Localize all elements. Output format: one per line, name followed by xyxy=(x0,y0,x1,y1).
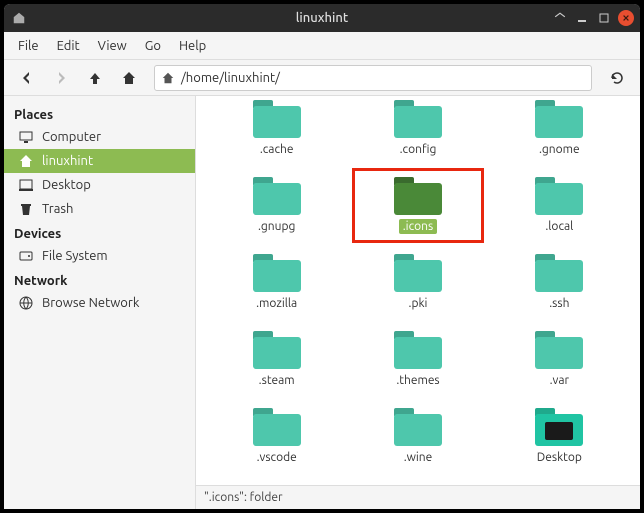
file-item-label: .wine xyxy=(400,450,437,465)
menu-edit[interactable]: Edit xyxy=(49,36,88,56)
folder-icon xyxy=(253,100,301,138)
file-item[interactable]: .steam xyxy=(216,327,337,392)
statusbar: ".icons": folder xyxy=(196,485,640,509)
path-bar[interactable]: /home/linuxhint/ xyxy=(154,65,592,91)
sidebar-item-desktop[interactable]: Desktop xyxy=(4,173,195,197)
folder-icon xyxy=(253,177,301,215)
folder-icon xyxy=(253,408,301,446)
window-close-button[interactable] xyxy=(618,10,634,26)
file-item-label: .steam xyxy=(255,373,299,388)
window-minimize-icon[interactable] xyxy=(574,10,590,26)
status-text: ".icons": folder xyxy=(204,491,283,504)
folder-icon xyxy=(394,331,442,369)
file-item[interactable]: .mozilla xyxy=(216,250,337,315)
file-item-label: .mozilla xyxy=(252,296,301,311)
sidebar-item-computer[interactable]: Computer xyxy=(4,125,195,149)
menu-view[interactable]: View xyxy=(90,36,135,56)
reload-button[interactable] xyxy=(602,64,632,92)
menu-go[interactable]: Go xyxy=(137,36,169,56)
file-item-label: .var xyxy=(546,373,573,388)
window-maximize-icon[interactable] xyxy=(596,10,612,26)
file-item-label: .themes xyxy=(392,373,443,388)
menu-file[interactable]: File xyxy=(10,36,47,56)
sidebar-item-trash[interactable]: Trash xyxy=(4,197,195,221)
sidebar-heading: Network xyxy=(4,268,195,291)
path-text: /home/linuxhint/ xyxy=(181,71,280,85)
file-item[interactable]: .pki xyxy=(357,250,478,315)
sidebar-item-label: Desktop xyxy=(42,178,91,192)
window-title: linuxhint xyxy=(296,11,348,25)
file-item[interactable]: Desktop xyxy=(499,404,620,469)
sidebar-item-label: File System xyxy=(42,249,108,263)
sidebar-item-linuxhint[interactable]: linuxhint xyxy=(4,149,195,173)
file-item-label: .gnome xyxy=(535,142,584,157)
file-item-label: .gnupg xyxy=(254,219,299,234)
icon-grid-scroll[interactable]: .cache .config .gnome .gnupg .icons .local .mo… xyxy=(196,96,640,485)
folder-icon xyxy=(253,254,301,292)
file-item[interactable]: .icons xyxy=(357,173,478,238)
folder-icon xyxy=(394,100,442,138)
file-item[interactable]: .vscode xyxy=(216,404,337,469)
icon-grid: .cache .config .gnome .gnupg .icons .local .mo… xyxy=(216,96,620,469)
file-item[interactable]: .gnupg xyxy=(216,173,337,238)
sidebar-item-label: Browse Network xyxy=(42,296,139,310)
folder-icon xyxy=(535,254,583,292)
file-item-label: .local xyxy=(541,219,577,234)
file-item[interactable]: .cache xyxy=(216,96,337,161)
window-restore-icon[interactable] xyxy=(552,10,568,26)
file-item[interactable]: .config xyxy=(357,96,478,161)
main-pane: .cache .config .gnome .gnupg .icons .local .mo… xyxy=(196,96,640,509)
folder-icon xyxy=(394,408,442,446)
window-controls xyxy=(552,10,634,26)
desktop-folder-icon xyxy=(535,408,583,446)
file-item[interactable]: .local xyxy=(499,173,620,238)
file-item-label: .config xyxy=(396,142,441,157)
file-manager-window: linuxhint File Edit View Go Help /home/l… xyxy=(4,4,640,509)
folder-icon xyxy=(535,100,583,138)
file-item-label: .ssh xyxy=(545,296,573,311)
sidebar-item-label: linuxhint xyxy=(42,154,93,168)
sidebar-item-browse-network[interactable]: Browse Network xyxy=(4,291,195,315)
sidebar-item-file-system[interactable]: File System xyxy=(4,244,195,268)
folder-icon xyxy=(535,177,583,215)
menu-help[interactable]: Help xyxy=(171,36,214,56)
file-item[interactable]: .gnome xyxy=(499,96,620,161)
path-home-icon xyxy=(161,71,175,85)
folder-icon xyxy=(394,177,442,215)
folder-icon xyxy=(394,254,442,292)
menubar: File Edit View Go Help xyxy=(4,32,640,60)
file-item-label: .icons xyxy=(399,219,438,234)
file-item-label: .cache xyxy=(256,142,298,157)
file-item-label: Desktop xyxy=(533,450,586,465)
folder-icon xyxy=(253,331,301,369)
app-icon xyxy=(12,11,26,25)
forward-button[interactable] xyxy=(46,64,76,92)
toolbar: /home/linuxhint/ xyxy=(4,60,640,96)
sidebar-heading: Devices xyxy=(4,221,195,244)
titlebar[interactable]: linuxhint xyxy=(4,4,640,32)
file-item-label: .vscode xyxy=(253,450,301,465)
file-item-label: .pki xyxy=(405,296,432,311)
folder-icon xyxy=(535,331,583,369)
sidebar-item-label: Trash xyxy=(42,202,73,216)
content-area: Places Computer linuxhint Desktop Trash Devic… xyxy=(4,96,640,509)
sidebar-heading: Places xyxy=(4,102,195,125)
back-button[interactable] xyxy=(12,64,42,92)
file-item[interactable]: .themes xyxy=(357,327,478,392)
file-item[interactable]: .wine xyxy=(357,404,478,469)
home-button[interactable] xyxy=(114,64,144,92)
sidebar: Places Computer linuxhint Desktop Trash Devic… xyxy=(4,96,196,509)
file-item[interactable]: .ssh xyxy=(499,250,620,315)
up-button[interactable] xyxy=(80,64,110,92)
sidebar-item-label: Computer xyxy=(42,130,101,144)
file-item[interactable]: .var xyxy=(499,327,620,392)
